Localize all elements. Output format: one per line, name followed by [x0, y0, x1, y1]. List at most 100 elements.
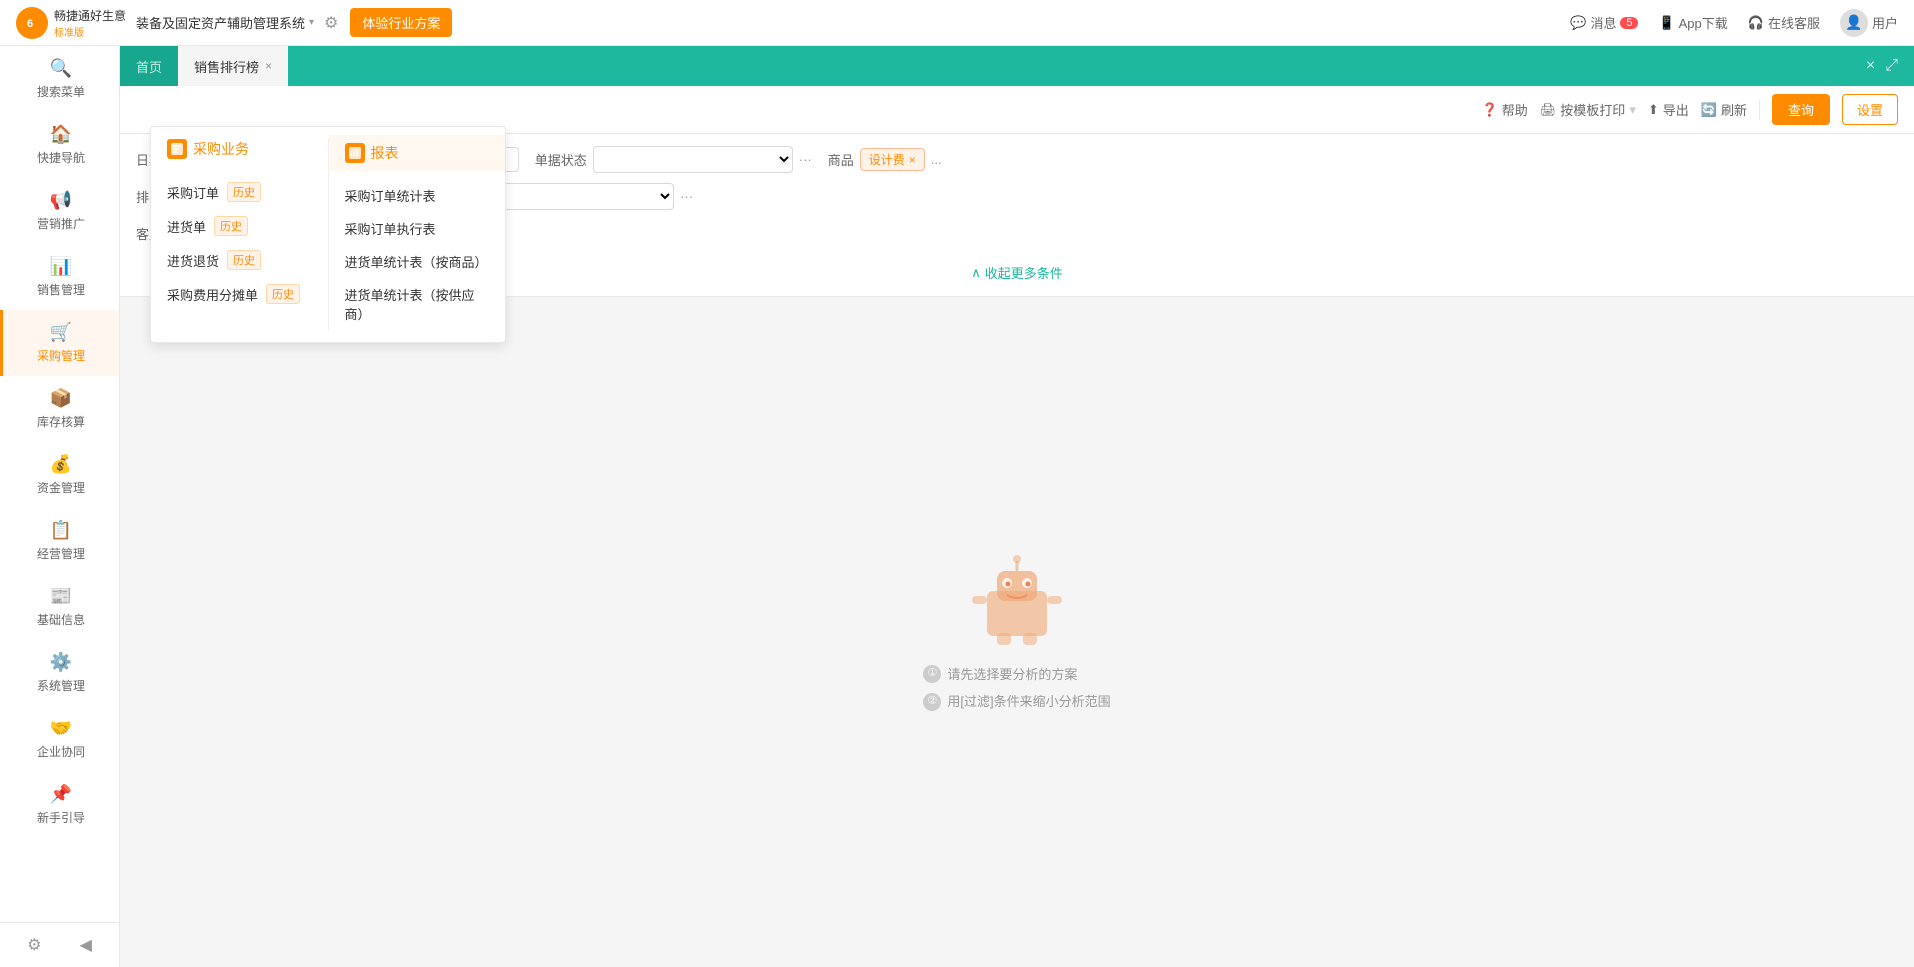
cart-icon: 🛒: [50, 322, 72, 343]
sidebar-bottom: ⚙ ◀: [0, 922, 119, 967]
empty-state: ① 请先选择要分析的方案 ② 用[过滤]条件来缩小分析范围: [120, 297, 1914, 967]
gear-icon[interactable]: ⚙: [324, 13, 338, 33]
content-area: ❓ 帮助 🖨 按模板打印 ▾ ⬆ 导出 🔄 刷新 查询 设置: [120, 86, 1914, 967]
goods-filter: 商品 设计费 × ...: [828, 148, 942, 171]
refresh-icon: 🔄: [1701, 102, 1717, 118]
query-button[interactable]: 查询: [1772, 94, 1830, 125]
tab-sales-rank-label: 销售排行榜: [194, 57, 259, 76]
app-download-btn[interactable]: 📱 App下载: [1658, 13, 1727, 32]
step1-num: ①: [923, 665, 941, 683]
empty-step1: ① 请先选择要分析的方案: [923, 663, 1110, 686]
tab-home-label: 首页: [136, 57, 162, 76]
sidebar-item-system[interactable]: ⚙️ 系统管理: [0, 640, 119, 706]
sidebar-item-search[interactable]: 🔍 搜索菜单: [0, 46, 119, 112]
sidebar: 🔍 搜索菜单 🏠 快捷导航 📢 营销推广 📊 销售管理 🛒 采购管理 📦 库存核…: [0, 46, 120, 967]
user-btn[interactable]: 👤 用户: [1840, 9, 1898, 37]
sidebar-item-inventory[interactable]: 📦 库存核算: [0, 376, 119, 442]
tab-bar: 首页 销售排行榜 × × ⤢: [120, 46, 1914, 86]
chevron-down-icon: ▾: [309, 17, 314, 28]
stock-stat-supplier-label: 进货单统计表（按供应商）: [345, 285, 490, 323]
sidebar-item-label: 销售管理: [37, 281, 85, 298]
export-btn[interactable]: ⬆ 导出: [1648, 100, 1689, 119]
purchase-expense-label: 采购费用分摊单: [167, 285, 258, 304]
sidebar-item-purchase[interactable]: 🛒 采购管理: [0, 310, 119, 376]
report-col: 报表 采购订单统计表 采购订单执行表 进货单统计表（按商品） 进货单统计表（按: [328, 139, 506, 330]
purchase-order-item[interactable]: 采购订单 历史: [167, 175, 312, 209]
history-badge-3: 历史: [266, 284, 300, 304]
goods-tag-close[interactable]: ×: [909, 153, 916, 167]
history-badge-1: 历史: [214, 216, 248, 236]
sidebar-item-enterprise[interactable]: 🤝 企业协同: [0, 706, 119, 772]
purchase-header: 采购业务: [167, 139, 312, 167]
stock-in-item[interactable]: 进货单 历史: [167, 209, 312, 243]
message-icon: 💬: [1570, 15, 1586, 31]
print-arrow-icon: ▾: [1629, 102, 1636, 118]
purchase-order-stat-item[interactable]: 采购订单统计表: [345, 179, 490, 212]
headset-icon: 🎧: [1748, 15, 1764, 31]
report-header: 报表: [329, 135, 506, 171]
sidebar-item-sales[interactable]: 📊 销售管理: [0, 244, 119, 310]
sidebar-item-label: 快捷导航: [37, 149, 85, 166]
pin-icon: 📌: [50, 784, 72, 805]
stock-in-label: 进货单: [167, 217, 206, 236]
message-badge: 5: [1620, 17, 1638, 29]
divider: [1759, 100, 1760, 120]
sidebar-collapse-icon[interactable]: ◀: [80, 935, 92, 955]
sidebar-item-operation[interactable]: 📋 经营管理: [0, 508, 119, 574]
history-badge-0: 历史: [227, 182, 261, 202]
tab-sales-rank[interactable]: 销售排行榜 ×: [178, 46, 288, 86]
collapse-label: 收起更多条件: [985, 263, 1063, 282]
sidebar-item-basic[interactable]: 📰 基础信息: [0, 574, 119, 640]
stock-return-label: 进货退货: [167, 251, 219, 270]
tab-close-icon[interactable]: ×: [265, 59, 272, 73]
sidebar-item-guide[interactable]: 📌 新手引导: [0, 772, 119, 838]
collapse-icon: ∧: [971, 265, 981, 281]
window-maximize-icon[interactable]: ⤢: [1885, 57, 1898, 75]
svg-text:6: 6: [27, 18, 33, 30]
setting-button[interactable]: 设置: [1842, 94, 1898, 125]
purchase-order-label: 采购订单: [167, 183, 219, 202]
purchase-title: 采购业务: [193, 139, 249, 159]
sidebar-item-marketing[interactable]: 📢 营销推广: [0, 178, 119, 244]
goods-tag: 设计费 ×: [860, 148, 925, 171]
sidebar-item-quick[interactable]: 🏠 快捷导航: [0, 112, 119, 178]
doc-status-select[interactable]: [593, 146, 793, 173]
goods-ellipsis[interactable]: ...: [931, 152, 942, 167]
stock-return-item[interactable]: 进货退货 历史: [167, 243, 312, 277]
report-title: 报表: [371, 143, 399, 163]
online-service-btn[interactable]: 🎧 在线客服: [1748, 13, 1820, 32]
system-title[interactable]: 装备及固定资产辅助管理系统 ▾: [136, 13, 314, 32]
sidebar-item-label: 搜索菜单: [37, 83, 85, 100]
stock-stat-supplier-item[interactable]: 进货单统计表（按供应商）: [345, 278, 490, 330]
sidebar-item-finance[interactable]: 💰 资金管理: [0, 442, 119, 508]
print-btn[interactable]: 🖨 按模板打印 ▾: [1540, 100, 1636, 119]
help-btn[interactable]: ❓ 帮助: [1482, 100, 1528, 119]
purchase-order-exec-item[interactable]: 采购订单执行表: [345, 212, 490, 245]
salesperson-ellipsis[interactable]: ···: [680, 189, 693, 204]
purchase-order-stat-label: 采购订单统计表: [345, 186, 436, 205]
bottom-settings-icon[interactable]: ⚙: [27, 935, 41, 955]
stock-stat-goods-label: 进货单统计表（按商品）: [345, 252, 488, 271]
print-icon: 🖨: [1540, 102, 1557, 118]
sidebar-item-label: 新手引导: [37, 809, 85, 826]
doc-status-filter: 单据状态 ···: [535, 146, 812, 173]
sidebar-item-label: 经营管理: [37, 545, 85, 562]
purchase-expense-item[interactable]: 采购费用分摊单 历史: [167, 277, 312, 311]
doc-status-ellipsis[interactable]: ···: [799, 152, 812, 167]
window-close-icon[interactable]: ×: [1866, 57, 1875, 75]
refresh-btn[interactable]: 🔄 刷新: [1701, 100, 1747, 119]
logo-area: 6 畅捷通好生意 标准版: [16, 7, 136, 39]
tab-home[interactable]: 首页: [120, 46, 178, 86]
sidebar-item-label: 基础信息: [37, 611, 85, 628]
logo-icon: 6: [16, 7, 48, 39]
clipboard-icon: 📋: [50, 520, 72, 541]
report-header-icon: [345, 143, 365, 163]
message-btn[interactable]: 💬 消息 5: [1570, 13, 1638, 32]
home-icon: 🏠: [50, 124, 72, 145]
industry-btn[interactable]: 体验行业方案: [350, 8, 452, 37]
stock-stat-goods-item[interactable]: 进货单统计表（按商品）: [345, 245, 490, 278]
step2-num: ②: [923, 693, 941, 711]
main-area: 首页 销售排行榜 × × ⤢ ❓ 帮助 🖨 按模板打印: [120, 46, 1914, 967]
newspaper-icon: 📰: [50, 586, 72, 607]
sidebar-item-label: 资金管理: [37, 479, 85, 496]
